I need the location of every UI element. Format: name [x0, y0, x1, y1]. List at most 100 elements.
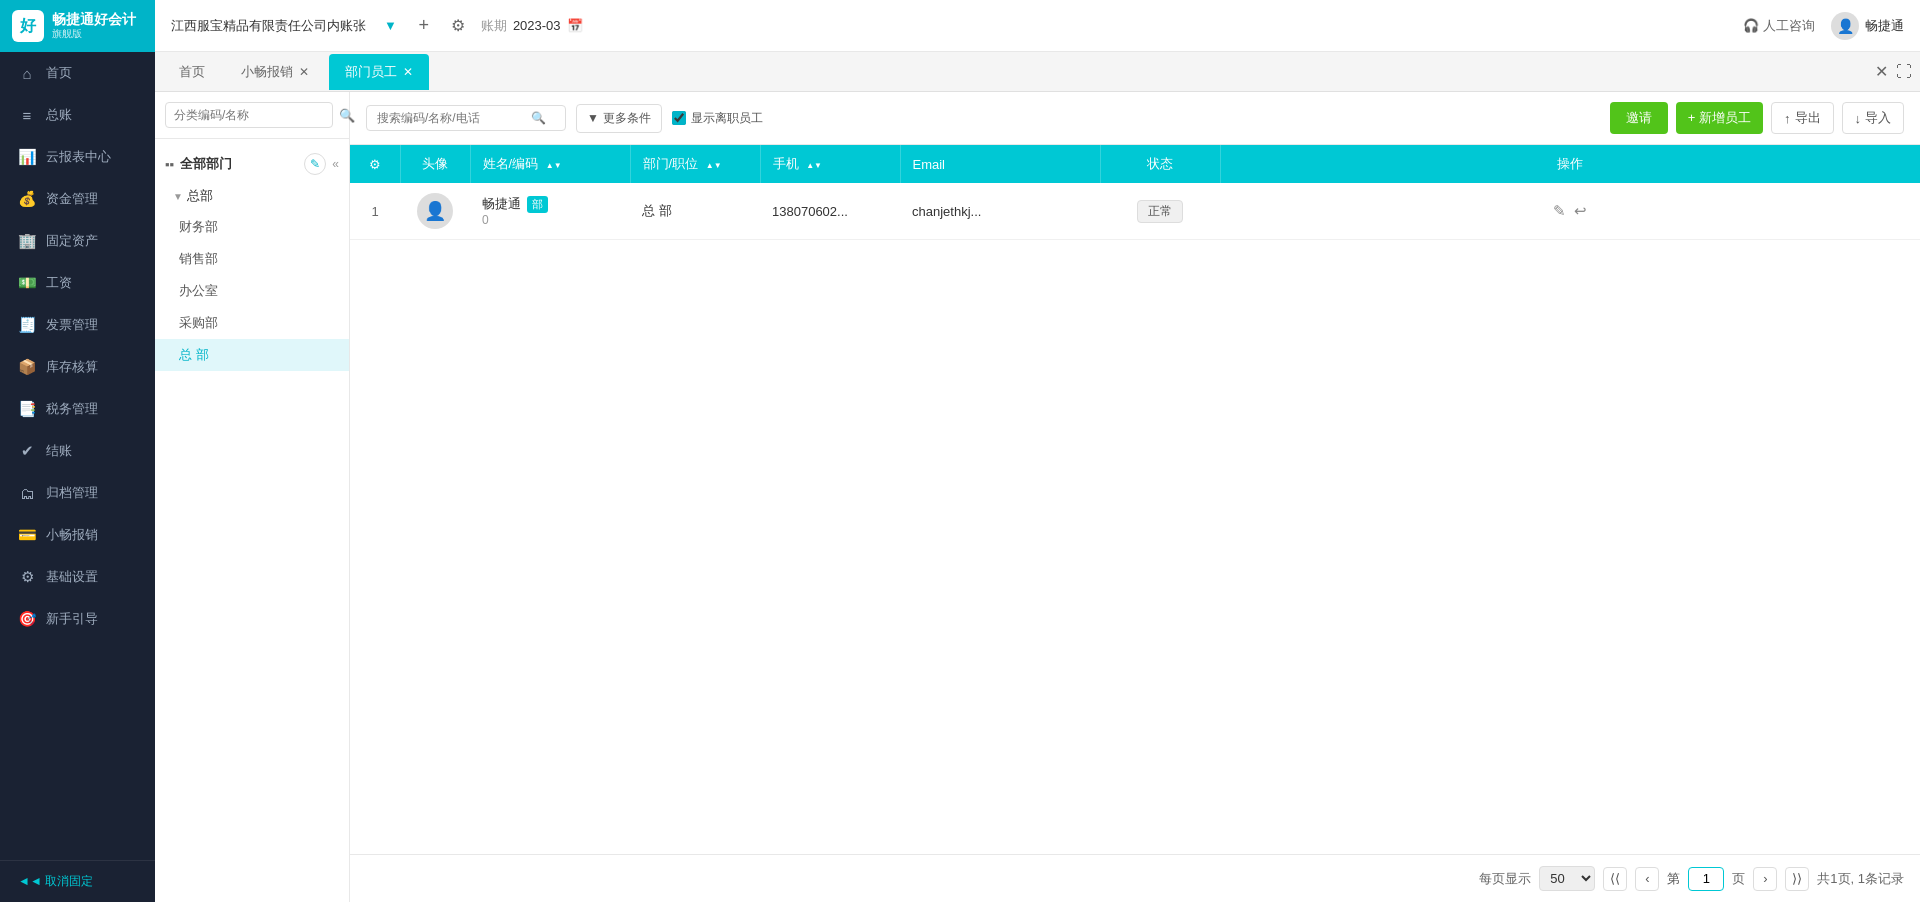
th-name[interactable]: 姓名/编码 ▲▼: [470, 145, 630, 183]
sidebar-item-home[interactable]: ⌂ 首页: [0, 52, 155, 94]
td-avatar: 👤: [400, 183, 470, 240]
period-label: 账期: [481, 17, 507, 35]
name-sort-icon[interactable]: ▲▼: [546, 162, 562, 170]
tree-collapse-icon[interactable]: «: [332, 157, 339, 171]
last-page-button[interactable]: ⟩⟩: [1785, 867, 1809, 891]
employee-search-input[interactable]: [377, 111, 527, 125]
sidebar-item-payroll[interactable]: 💵 工资: [0, 262, 155, 304]
add-employee-button[interactable]: + 新增员工: [1676, 102, 1763, 134]
tab-department-label: 部门员工: [345, 63, 397, 81]
td-name: 畅捷通 部 0: [470, 183, 630, 240]
show-resigned-label: 显示离职员工: [691, 110, 763, 127]
headset-icon: 🎧: [1743, 18, 1759, 33]
page-total: 共1页, 1条记录: [1817, 870, 1904, 888]
grid-icon: ▪▪: [165, 157, 174, 172]
tree-action-buttons: ✎ «: [304, 153, 339, 175]
table-row: 1 👤 畅捷通 部 0 总 部: [350, 183, 1920, 240]
edit-button[interactable]: ✎: [1553, 202, 1566, 220]
th-status: 状态: [1100, 145, 1220, 183]
right-panel: 🔍 ▼ 更多条件 显示离职员工 邀请 + 新增员工 ↑ 导出: [350, 92, 1920, 902]
show-resigned-checkbox[interactable]: [672, 111, 686, 125]
company-dropdown-icon[interactable]: ▼: [384, 18, 397, 33]
th-email: Email: [900, 145, 1100, 183]
tab-expenses-close[interactable]: ✕: [299, 65, 309, 79]
sidebar-item-general-ledger[interactable]: ≡ 总账: [0, 94, 155, 136]
user-menu[interactable]: 👤 畅捷通: [1831, 12, 1904, 40]
tab-home[interactable]: 首页: [163, 54, 221, 90]
tree-header-label: 全部部门: [180, 155, 304, 173]
tree-node-office[interactable]: 办公室: [155, 275, 349, 307]
sidebar-item-inventory[interactable]: 📦 库存核算: [0, 346, 155, 388]
tab-close-all-button[interactable]: ✕: [1875, 62, 1888, 81]
tree-edit-button[interactable]: ✎: [304, 153, 326, 175]
sidebar-item-closing[interactable]: ✔ 结账: [0, 430, 155, 472]
export-label: 导出: [1795, 109, 1821, 127]
sidebar-item-fixed-assets[interactable]: 🏢 固定资产: [0, 220, 155, 262]
tree-node-purchasing[interactable]: 采购部: [155, 307, 349, 339]
topbar-right: 🎧 人工咨询 👤 畅捷通: [1743, 12, 1904, 40]
logo-icon: 好: [12, 10, 44, 42]
tab-expenses[interactable]: 小畅报销 ✕: [225, 54, 325, 90]
tree-node-label: 总部: [187, 187, 213, 205]
expenses-icon: 💳: [18, 526, 36, 544]
show-resigned-checkbox-wrap[interactable]: 显示离职员工: [672, 110, 763, 127]
home-icon: ⌂: [18, 65, 36, 82]
sidebar-item-cloud-reports[interactable]: 📊 云报表中心: [0, 136, 155, 178]
tab-department-close[interactable]: ✕: [403, 65, 413, 79]
sidebar-item-label: 小畅报销: [46, 526, 98, 544]
tree-node-general-dept[interactable]: 总 部: [155, 339, 349, 371]
right-toolbar: 🔍 ▼ 更多条件 显示离职员工 邀请 + 新增员工 ↑ 导出: [350, 92, 1920, 145]
service-button[interactable]: 🎧 人工咨询: [1743, 17, 1815, 35]
sidebar-item-expenses[interactable]: 💳 小畅报销: [0, 514, 155, 556]
tabs-bar: 首页 小畅报销 ✕ 部门员工 ✕ ✕ ⛶: [155, 52, 1920, 92]
tree-node-sales[interactable]: 销售部: [155, 243, 349, 275]
cancel-fixed-button[interactable]: ◄◄ 取消固定: [0, 860, 155, 902]
category-search-input[interactable]: [165, 102, 333, 128]
sidebar-item-label: 工资: [46, 274, 72, 292]
export-button[interactable]: ↑ 导出: [1771, 102, 1834, 134]
left-panel: 🔍 ▪▪ 全部部门 ✎ « ▼ 总部 财务部 销售部 办公室: [155, 92, 350, 902]
sidebar-item-settings[interactable]: ⚙ 基础设置: [0, 556, 155, 598]
logo-text: 畅捷通好会计: [52, 11, 136, 28]
sidebar-item-label: 资金管理: [46, 190, 98, 208]
search-icon[interactable]: 🔍: [531, 111, 546, 125]
th-phone[interactable]: 手机 ▲▼: [760, 145, 900, 183]
dept-sort-icon[interactable]: ▲▼: [706, 162, 722, 170]
logout-button[interactable]: ↩: [1574, 202, 1587, 220]
name-badge: 畅捷通 部: [482, 195, 548, 213]
sidebar-item-label: 云报表中心: [46, 148, 111, 166]
sidebar-item-label: 归档管理: [46, 484, 98, 502]
sidebar-item-label: 库存核算: [46, 358, 98, 376]
th-dept[interactable]: 部门/职位 ▲▼: [630, 145, 760, 183]
tree-node-finance[interactable]: 财务部: [155, 211, 349, 243]
invoice-icon: 🧾: [18, 316, 36, 334]
tab-department[interactable]: 部门员工 ✕: [329, 54, 429, 90]
first-page-button[interactable]: ⟨⟨: [1603, 867, 1627, 891]
service-label: 人工咨询: [1763, 17, 1815, 35]
add-button[interactable]: +: [413, 15, 435, 37]
sidebar-item-tax[interactable]: 📑 税务管理: [0, 388, 155, 430]
tree-node-headquarters[interactable]: ▼ 总部: [155, 181, 349, 211]
per-page-select[interactable]: 50 100 200: [1539, 866, 1595, 891]
calendar-icon[interactable]: 📅: [567, 18, 583, 33]
settings-gear-icon[interactable]: ⚙: [451, 16, 465, 35]
current-page-input[interactable]: [1688, 867, 1724, 891]
next-page-button[interactable]: ›: [1753, 867, 1777, 891]
more-filter-button[interactable]: ▼ 更多条件: [576, 104, 662, 133]
sidebar-item-archive[interactable]: 🗂 归档管理: [0, 472, 155, 514]
closing-icon: ✔: [18, 442, 36, 460]
sidebar-item-guide[interactable]: 🎯 新手引导: [0, 598, 155, 640]
assets-icon: 🏢: [18, 232, 36, 250]
employee-code: 0: [482, 213, 618, 227]
sidebar-item-invoice[interactable]: 🧾 发票管理: [0, 304, 155, 346]
sidebar-item-funds[interactable]: 💰 资金管理: [0, 178, 155, 220]
prev-page-button[interactable]: ‹: [1635, 867, 1659, 891]
tree-header-all-departments[interactable]: ▪▪ 全部部门 ✎ «: [155, 147, 349, 181]
invite-button[interactable]: 邀请: [1610, 102, 1668, 134]
tab-maximize-button[interactable]: ⛶: [1896, 62, 1912, 81]
td-phone: 138070602...: [760, 183, 900, 240]
import-button[interactable]: ↓ 导入: [1842, 102, 1905, 134]
phone-sort-icon[interactable]: ▲▼: [806, 162, 822, 170]
sidebar-item-label: 首页: [46, 64, 72, 82]
th-settings[interactable]: ⚙: [350, 145, 400, 183]
